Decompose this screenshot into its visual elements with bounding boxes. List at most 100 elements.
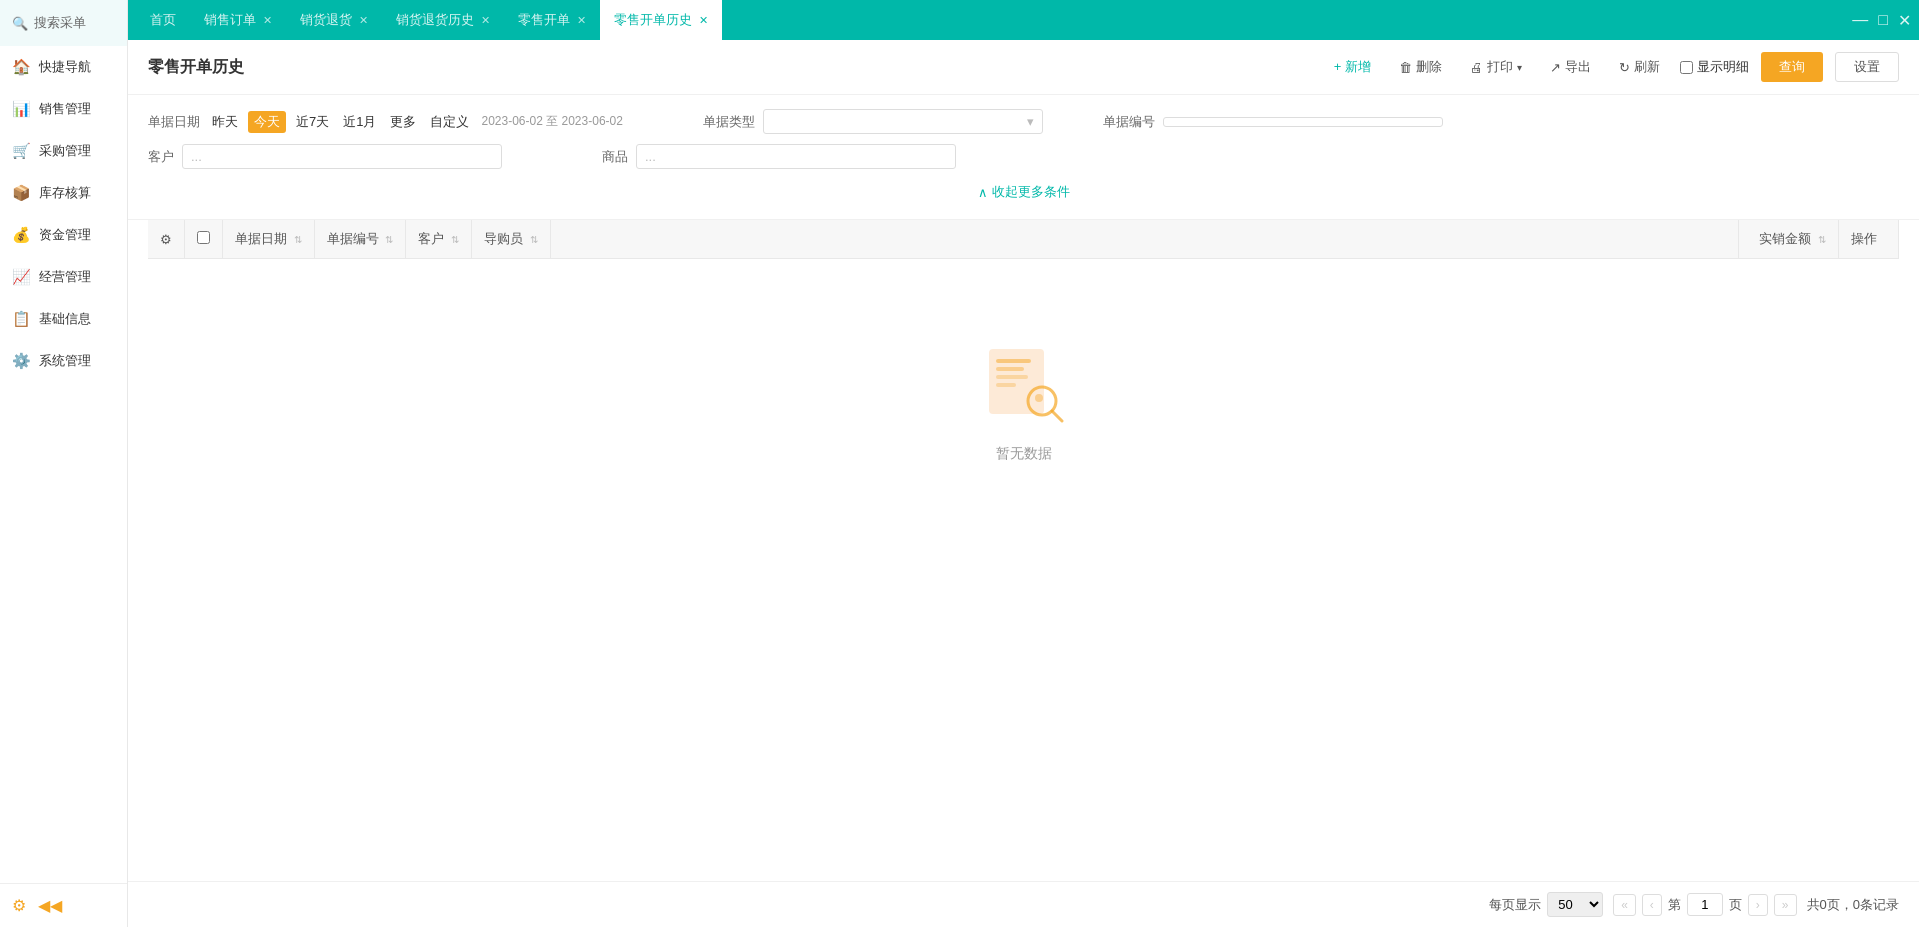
bill-type-select[interactable]: ▾ <box>763 109 1043 134</box>
page-content: 零售开单历史 + 新增 🗑 删除 🖨 打印 ▾ ↗ 导出 <box>128 40 1919 927</box>
col-customer-sort-icon[interactable]: ⇅ <box>451 234 459 245</box>
query-button[interactable]: 查询 <box>1761 52 1823 82</box>
sidebar-item-operations[interactable]: 📈经营管理 <box>0 256 127 298</box>
date-range-display: 2023-06-02 至 2023-06-02 <box>481 113 622 130</box>
customer-input[interactable]: ... <box>182 144 502 169</box>
sidebar-item-sys-mgmt[interactable]: ⚙️系统管理 <box>0 340 127 382</box>
tab-bar-right: — □ ✕ <box>1852 11 1911 30</box>
filter-settings-button[interactable]: 设置 <box>1835 52 1899 82</box>
empty-icon <box>974 339 1074 429</box>
next-page-button[interactable]: › <box>1748 894 1768 916</box>
refresh-label: 刷新 <box>1634 58 1660 76</box>
print-icon: 🖨 <box>1470 60 1483 75</box>
table-checkbox-header[interactable] <box>185 220 223 259</box>
page-word: 第 <box>1668 896 1681 914</box>
nav-label-finance: 资金管理 <box>39 226 91 244</box>
display-detail-toggle[interactable]: 显示明细 <box>1680 58 1749 76</box>
col-bill-date-label: 单据日期 <box>235 231 287 246</box>
data-table: ⚙ 单据日期 ⇅ 单据编号 ⇅ 客户 <box>148 220 1899 259</box>
col-customer: 客户 ⇅ <box>406 220 472 259</box>
bill-no-input[interactable] <box>1163 117 1443 127</box>
col-guide: 导购员 ⇅ <box>471 220 550 259</box>
page-header: 零售开单历史 + 新增 🗑 删除 🖨 打印 ▾ ↗ 导出 <box>128 40 1919 95</box>
print-button[interactable]: 🖨 打印 ▾ <box>1462 54 1530 80</box>
sidebar-item-finance[interactable]: 💰资金管理 <box>0 214 127 256</box>
prev-page-button[interactable]: ‹ <box>1642 894 1662 916</box>
sidebar-item-sales-mgmt[interactable]: 📊销售管理 <box>0 88 127 130</box>
goods-input[interactable]: ... <box>636 144 956 169</box>
table-settings-header[interactable]: ⚙ <box>148 220 185 259</box>
tab-sales-return-history[interactable]: 销货退货历史✕ <box>382 0 504 40</box>
window-maximize-icon[interactable]: □ <box>1878 11 1888 29</box>
new-button[interactable]: + 新增 <box>1326 54 1379 80</box>
delete-button[interactable]: 🗑 删除 <box>1391 54 1450 80</box>
date-opt-today[interactable]: 今天 <box>248 111 286 133</box>
nav-icon-purchase-mgmt: 🛒 <box>12 142 31 160</box>
tab-retail-open[interactable]: 零售开单✕ <box>504 0 600 40</box>
page-nav: « ‹ 第 页 › » <box>1613 893 1796 916</box>
tab-sales-order[interactable]: 销售订单 ✕ <box>190 0 286 40</box>
collapse-filter-button[interactable]: ∧ 收起更多条件 <box>148 179 1899 205</box>
window-minimize-icon[interactable]: — <box>1852 11 1868 29</box>
table-area: ⚙ 单据日期 ⇅ 单据编号 ⇅ 客户 <box>128 220 1919 881</box>
new-label: + 新增 <box>1334 58 1371 76</box>
tab-list: 首页销售订单✕销货退货✕销货退货历史✕零售开单✕零售开单历史✕ <box>136 0 722 40</box>
nav-label-basic-info: 基础信息 <box>39 310 91 328</box>
sidebar-item-inventory[interactable]: 📦库存核算 <box>0 172 127 214</box>
tab-close-sales-order[interactable]: ✕ <box>263 14 272 27</box>
date-opt-yesterday[interactable]: 昨天 <box>208 111 242 133</box>
date-opt-last7[interactable]: 近7天 <box>292 111 333 133</box>
tab-bar: 首页销售订单✕销货退货✕销货退货历史✕零售开单✕零售开单历史✕ — □ ✕ <box>128 0 1919 40</box>
first-page-button[interactable]: « <box>1613 894 1636 916</box>
date-opt-last-month[interactable]: 近1月 <box>339 111 380 133</box>
sidebar-search-label: 搜索采单 <box>34 14 86 32</box>
main-area: 首页销售订单✕销货退货✕销货退货历史✕零售开单✕零售开单历史✕ — □ ✕ 零售… <box>128 0 1919 927</box>
col-bill-date: 单据日期 ⇅ <box>223 220 315 259</box>
tab-sales-return[interactable]: 销货退货✕ <box>286 0 382 40</box>
col-bill-no-sort-icon[interactable]: ⇅ <box>385 234 393 245</box>
page-title: 零售开单历史 <box>148 57 244 78</box>
col-amount-sort-icon[interactable]: ⇅ <box>1818 234 1826 245</box>
tab-label-home: 首页 <box>150 11 176 29</box>
col-guide-label: 导购员 <box>484 231 523 246</box>
select-all-checkbox[interactable] <box>197 231 210 244</box>
date-opt-more[interactable]: 更多 <box>386 111 420 133</box>
col-bill-date-sort-icon[interactable]: ⇅ <box>294 234 302 245</box>
col-guide-sort-icon[interactable]: ⇅ <box>530 234 538 245</box>
tab-close-retail-open-history[interactable]: ✕ <box>699 14 708 27</box>
svg-rect-0 <box>989 349 1044 414</box>
col-action-label: 操作 <box>1851 231 1877 246</box>
refresh-button[interactable]: ↻ 刷新 <box>1611 54 1668 80</box>
sidebar-item-basic-info[interactable]: 📋基础信息 <box>0 298 127 340</box>
customer-label: 客户 <box>148 148 174 166</box>
tab-close-sales-return[interactable]: ✕ <box>359 14 368 27</box>
tab-close-retail-open[interactable]: ✕ <box>577 14 586 27</box>
sidebar-bottom: ⚙ ◀◀ <box>0 883 127 927</box>
col-bill-no-label: 单据编号 <box>327 231 379 246</box>
svg-point-7 <box>1035 394 1043 402</box>
tab-label-sales-order: 销售订单 <box>204 11 256 29</box>
export-icon: ↗ <box>1550 60 1561 75</box>
export-button[interactable]: ↗ 导出 <box>1542 54 1599 80</box>
tab-retail-open-history[interactable]: 零售开单历史✕ <box>600 0 722 40</box>
window-close-icon[interactable]: ✕ <box>1898 11 1911 30</box>
svg-rect-1 <box>996 359 1031 363</box>
tab-home[interactable]: 首页 <box>136 0 190 40</box>
per-page-select[interactable]: 50 100 200 <box>1547 892 1603 917</box>
goods-dots: ... <box>645 149 656 164</box>
pagination-bar: 每页显示 50 100 200 « ‹ 第 页 › » 共0页，0条记录 <box>128 881 1919 927</box>
page-number-input[interactable] <box>1687 893 1723 916</box>
sidebar-item-quick-nav[interactable]: 🏠快捷导航 <box>0 46 127 88</box>
sidebar-item-purchase-mgmt[interactable]: 🛒 采购管理 <box>0 130 127 172</box>
tab-close-sales-return-history[interactable]: ✕ <box>481 14 490 27</box>
goods-label: 商品 <box>602 148 628 166</box>
settings-icon[interactable]: ⚙ <box>12 896 26 915</box>
sidebar-search[interactable]: 🔍 搜索采单 <box>0 0 127 46</box>
empty-state: 暂无数据 <box>148 259 1899 543</box>
display-detail-checkbox[interactable] <box>1680 61 1693 74</box>
nav-label-purchase-mgmt: 采购管理 <box>39 142 91 160</box>
col-amount: 实销金额 ⇅ <box>1739 220 1839 259</box>
collapse-sidebar-icon[interactable]: ◀◀ <box>38 896 62 915</box>
last-page-button[interactable]: » <box>1774 894 1797 916</box>
date-opt-custom[interactable]: 自定义 <box>426 111 473 133</box>
